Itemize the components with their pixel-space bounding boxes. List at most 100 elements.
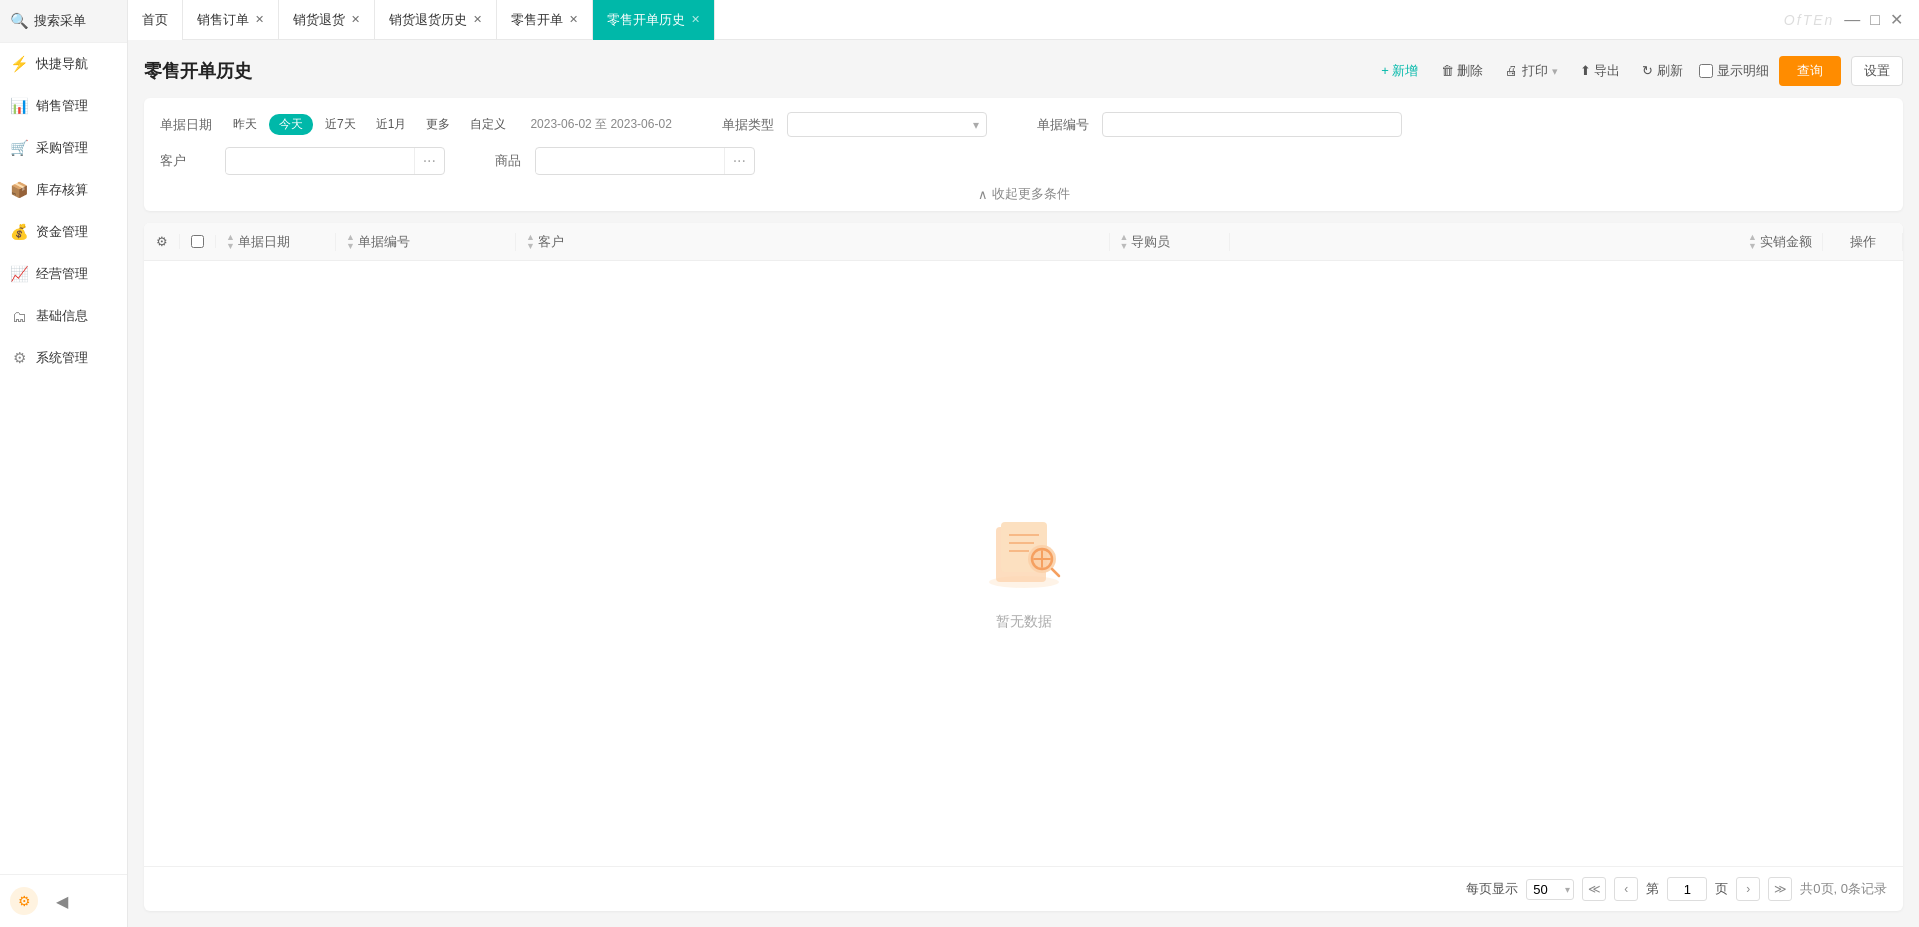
sidebar-search-label: 搜索采单 [34, 12, 86, 30]
settings-button[interactable]: 设置 [1851, 56, 1903, 86]
settings-gear-icon[interactable]: ⚙ [10, 887, 38, 915]
tab-sales-order[interactable]: 销售订单 ✕ [183, 0, 279, 40]
page-size-select[interactable]: 50 20 100 200 [1526, 879, 1574, 900]
goods-input-group: ··· [535, 147, 755, 175]
goods-filter-input[interactable] [536, 150, 724, 173]
query-button[interactable]: 查询 [1779, 56, 1841, 86]
collapse-more-label: 收起更多条件 [992, 185, 1070, 203]
inventory-icon: 📦 [10, 181, 28, 199]
date-range-text: 2023-06-02 至 2023-06-02 [530, 116, 671, 133]
num-filter-input[interactable] [1102, 112, 1402, 137]
sidebar-item-base-info[interactable]: 🗂 基础信息 [0, 295, 127, 337]
empty-state: 暂无数据 [144, 261, 1903, 866]
th-customer-sort-icon[interactable]: ▲▼ [526, 233, 535, 251]
date-opt-more[interactable]: 更多 [418, 114, 458, 135]
svg-line-8 [1052, 569, 1059, 576]
filter-row-2: 客户 ··· 商品 ··· [160, 147, 1887, 175]
tab-retail-open-history-close[interactable]: ✕ [691, 13, 700, 26]
operations-icon: 📈 [10, 265, 28, 283]
date-opt-1month[interactable]: 近1月 [368, 114, 415, 135]
tab-sales-return-history-close[interactable]: ✕ [473, 13, 482, 26]
delete-button[interactable]: 🗑 删除 [1435, 58, 1490, 84]
export-button[interactable]: ⬆ 导出 [1574, 58, 1627, 84]
next-page-button[interactable]: › [1736, 877, 1760, 901]
base-info-icon: 🗂 [10, 307, 28, 325]
data-table: ⚙ ▲▼ 单据日期 ▲▼ 单据编号 [144, 223, 1903, 911]
page-suffix: 页 [1715, 880, 1728, 898]
th-guide-sort-icon[interactable]: ▲▼ [1120, 233, 1129, 251]
date-opt-yesterday[interactable]: 昨天 [225, 114, 265, 135]
goods-dots-button[interactable]: ··· [724, 148, 754, 174]
print-button[interactable]: 🖨 打印 ▾ [1499, 58, 1564, 84]
sidebar-item-quick-nav[interactable]: ⚡ 快捷导航 [0, 43, 127, 85]
sidebar-item-operations[interactable]: 📈 经营管理 [0, 253, 127, 295]
sidebar-item-label: 库存核算 [36, 181, 88, 199]
sidebar-item-purchase-mgmt[interactable]: 🛒 采购管理 [0, 127, 127, 169]
date-opt-7days[interactable]: 近7天 [317, 114, 364, 135]
sidebar-item-label: 基础信息 [36, 307, 88, 325]
show-detail-checkbox[interactable] [1699, 64, 1713, 78]
last-page-button[interactable]: ≫ [1768, 877, 1792, 901]
maximize-button[interactable]: □ [1870, 11, 1880, 29]
empty-text: 暂无数据 [996, 613, 1052, 631]
tab-sales-return-history[interactable]: 销货退货历史 ✕ [375, 0, 497, 40]
sidebar-search[interactable]: 🔍 搜索采单 [0, 0, 127, 43]
page-number-input[interactable] [1667, 877, 1707, 901]
sidebar-item-system[interactable]: ⚙ 系统管理 [0, 337, 127, 379]
minimize-button[interactable]: — [1844, 11, 1860, 29]
th-num-sort-icon[interactable]: ▲▼ [346, 233, 355, 251]
date-opt-today[interactable]: 今天 [269, 114, 313, 135]
tab-retail-open[interactable]: 零售开单 ✕ [497, 0, 593, 40]
tab-sales-return-close[interactable]: ✕ [351, 13, 360, 26]
date-options: 昨天 今天 近7天 近1月 更多 自定义 [225, 114, 514, 135]
sidebar-collapse-button[interactable]: ◀ [48, 887, 76, 915]
sidebar-item-label: 系统管理 [36, 349, 88, 367]
type-filter-label: 单据类型 [722, 116, 777, 134]
th-customer-label: 客户 [538, 233, 564, 251]
type-select[interactable] [787, 112, 987, 137]
export-button-label: ⬆ 导出 [1580, 62, 1621, 80]
th-amount-label: 实销金额 [1760, 233, 1812, 251]
sidebar-item-inventory[interactable]: 📦 库存核算 [0, 169, 127, 211]
print-dropdown-icon[interactable]: ▾ [1552, 65, 1558, 78]
empty-illustration [974, 497, 1074, 597]
sidebar: 🔍 搜索采单 ⚡ 快捷导航 📊 销售管理 🛒 采购管理 📦 库存核算 💰 资金管… [0, 0, 128, 927]
th-settings[interactable]: ⚙ [144, 234, 180, 249]
delete-button-label: 🗑 删除 [1441, 62, 1484, 80]
customer-filter-input[interactable] [226, 150, 414, 173]
purchase-mgmt-icon: 🛒 [10, 139, 28, 157]
sidebar-item-label: 资金管理 [36, 223, 88, 241]
tab-sales-return[interactable]: 销货退货 ✕ [279, 0, 375, 40]
tab-sales-order-close[interactable]: ✕ [255, 13, 264, 26]
new-button-label: + 新增 [1381, 62, 1418, 80]
sidebar-item-label: 销售管理 [36, 97, 88, 115]
refresh-button[interactable]: ↻ 刷新 [1636, 58, 1689, 84]
show-detail-toggle[interactable]: 显示明细 [1699, 62, 1769, 80]
tab-retail-open-close[interactable]: ✕ [569, 13, 578, 26]
sidebar-item-sales-mgmt[interactable]: 📊 销售管理 [0, 85, 127, 127]
customer-filter-label: 客户 [160, 152, 215, 170]
th-num: ▲▼ 单据编号 [336, 233, 516, 251]
sidebar-item-finance[interactable]: 💰 资金管理 [0, 211, 127, 253]
first-page-button[interactable]: ≪ [1582, 877, 1606, 901]
tab-home[interactable]: 首页 [128, 0, 183, 40]
search-icon: 🔍 [10, 12, 28, 30]
th-checkbox[interactable] [180, 235, 216, 248]
tab-retail-open-label: 零售开单 [511, 11, 563, 29]
close-window-button[interactable]: ✕ [1890, 10, 1903, 29]
table-settings-icon[interactable]: ⚙ [156, 234, 168, 249]
prev-page-button[interactable]: ‹ [1614, 877, 1638, 901]
tab-sales-return-history-label: 销货退货历史 [389, 11, 467, 29]
select-all-checkbox[interactable] [191, 235, 204, 248]
th-amount-sort-icon[interactable]: ▲▼ [1748, 233, 1757, 251]
customer-dots-button[interactable]: ··· [414, 148, 444, 174]
new-button[interactable]: + 新增 [1375, 58, 1424, 84]
tab-retail-open-history[interactable]: 零售开单历史 ✕ [593, 0, 715, 40]
th-date-sort-icon[interactable]: ▲▼ [226, 233, 235, 251]
toolbar: + 新增 🗑 删除 🖨 打印 ▾ ⬆ 导出 ↻ 刷新 显示明细 [1375, 56, 1903, 86]
refresh-button-label: ↻ 刷新 [1642, 62, 1683, 80]
pagination: 每页显示 50 20 100 200 ≪ ‹ 第 页 › ≫ 共0页, 0条记录 [144, 866, 1903, 911]
th-customer: ▲▼ 客户 [516, 233, 1110, 251]
collapse-more-btn[interactable]: ∧ 收起更多条件 [160, 185, 1887, 203]
date-opt-custom[interactable]: 自定义 [462, 114, 514, 135]
